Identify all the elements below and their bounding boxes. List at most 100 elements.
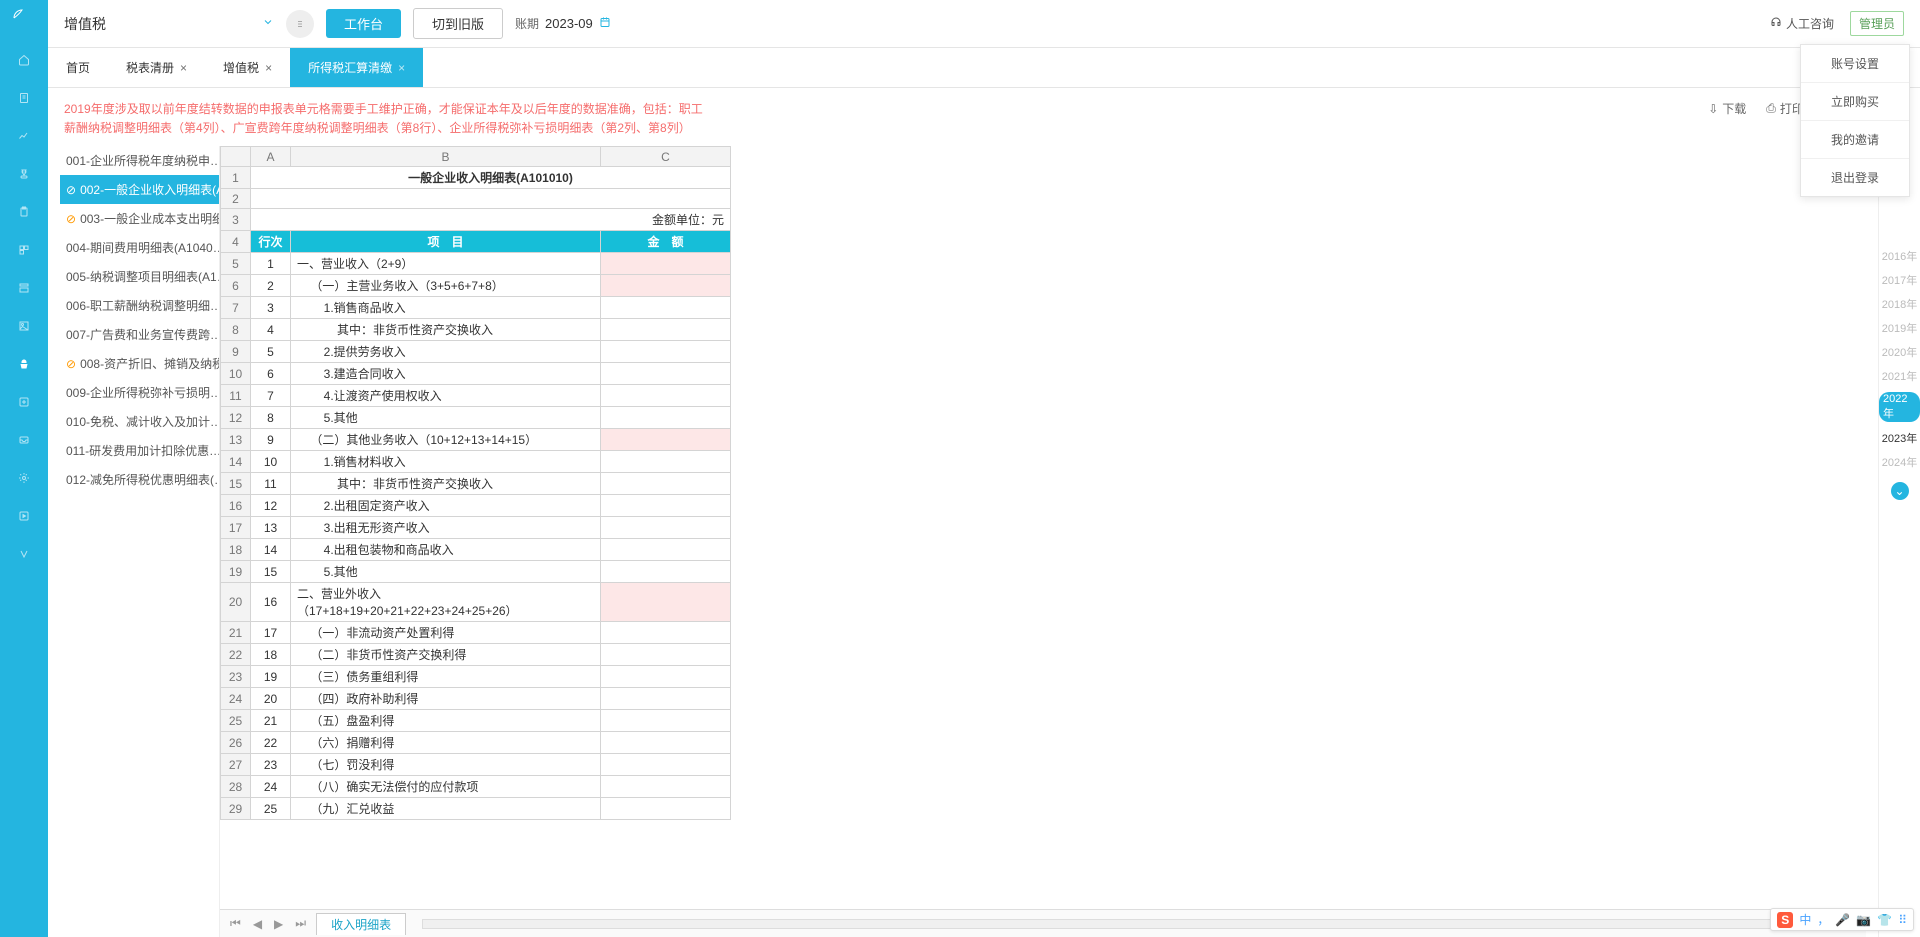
ime-lang[interactable]: 中: [1799, 911, 1811, 928]
nav-item-label: 009-企业所得税弥补亏损明…: [66, 384, 219, 401]
nav-item-label: 008-资产折旧、摊销及纳税…: [80, 355, 219, 372]
home-icon[interactable]: [14, 50, 34, 70]
ime-mic-icon[interactable]: 🎤: [1835, 913, 1850, 927]
print-button[interactable]: ⎙打印: [1766, 100, 1804, 117]
headset-icon: [1770, 16, 1782, 31]
warning-icon: ⊘: [66, 183, 76, 197]
consult-label: 人工咨询: [1786, 15, 1834, 32]
ime-punct[interactable]: ，: [1817, 911, 1829, 928]
switch-old-button[interactable]: 切到旧版: [413, 8, 503, 39]
grid-icon[interactable]: [14, 240, 34, 260]
settings-icon[interactable]: [14, 468, 34, 488]
horizontal-scrollbar[interactable]: [422, 919, 1850, 929]
year-more-button[interactable]: ⌄: [1891, 482, 1909, 500]
form-nav-item[interactable]: 001-企业所得税年度纳税申…: [60, 146, 219, 175]
nav-item-label: 002-一般企业收入明细表(A1…: [80, 181, 219, 198]
form-nav-item[interactable]: ⊘ 002-一般企业收入明细表(A1…: [60, 175, 219, 204]
tab-首页[interactable]: 首页: [48, 48, 108, 87]
year-2023年[interactable]: 2023年: [1882, 430, 1917, 446]
tax-icon[interactable]: [14, 354, 34, 374]
year-2020年[interactable]: 2020年: [1882, 344, 1917, 360]
ime-tool-icon[interactable]: 📷: [1856, 913, 1871, 927]
doc-icon[interactable]: [14, 88, 34, 108]
year-2019年[interactable]: 2019年: [1882, 320, 1917, 336]
print-icon: ⎙: [1766, 101, 1776, 116]
form-nav-item[interactable]: ⊘008-资产折旧、摊销及纳税…: [60, 349, 219, 378]
nav-item-label: 004-期间费用明细表(A1040…: [66, 239, 219, 256]
ime-grid-icon[interactable]: ⠿: [1898, 913, 1907, 927]
nav-item-label: 010-免税、减计收入及加计…: [66, 413, 219, 430]
sheet-nav-first[interactable]: ⏮: [228, 916, 243, 931]
page-tabs: 首页税表清册×增值税×所得税汇算清缴×: [48, 48, 1920, 88]
sheet-nav-last[interactable]: ⏭: [293, 916, 308, 931]
form-nav-item[interactable]: 005-纳税调整项目明细表(A1…: [60, 262, 219, 291]
form-nav-item[interactable]: 006-职工薪酬纳税调整明细…: [60, 291, 219, 320]
chart-icon[interactable]: [14, 126, 34, 146]
money-icon[interactable]: [14, 164, 34, 184]
download-icon: ⇩: [1708, 102, 1718, 116]
image-icon[interactable]: [14, 316, 34, 336]
form-nav-item[interactable]: 007-广告费和业务宣传费跨…: [60, 320, 219, 349]
year-2021年[interactable]: 2021年: [1882, 368, 1917, 384]
tab-label: 首页: [66, 59, 90, 76]
workbench-button[interactable]: 工作台: [326, 9, 401, 38]
chevron-down-icon: [262, 16, 274, 31]
tab-增值税[interactable]: 增值税 ×: [205, 48, 290, 87]
nav-item-label: 011-研发费用加计扣除优惠…: [66, 442, 219, 459]
tab-税表清册[interactable]: 税表清册 ×: [108, 48, 205, 87]
year-2024年[interactable]: 2024年: [1882, 454, 1917, 470]
period-label: 账期: [515, 15, 539, 32]
user-menu-item[interactable]: 退出登录: [1801, 158, 1909, 196]
dropdown-label: 增值税: [64, 14, 106, 34]
warning-icon: ⊘: [66, 212, 76, 226]
user-menu-item[interactable]: 我的邀请: [1801, 120, 1909, 158]
nav-item-label: 006-职工薪酬纳税调整明细…: [66, 297, 219, 314]
download-button[interactable]: ⇩下载: [1708, 100, 1746, 117]
close-icon[interactable]: ×: [180, 61, 187, 75]
form-nav-list: 001-企业所得税年度纳税申… ⊘ 002-一般企业收入明细表(A1… ⊘003-一般…: [60, 146, 220, 937]
top-bar: 增值税 工作台 切到旧版 账期 2023-09 人工咨询 管理员: [48, 0, 1920, 48]
tab-label: 税表清册: [126, 59, 174, 76]
ime-skin-icon[interactable]: 👕: [1877, 913, 1892, 927]
form-nav-item[interactable]: 011-研发费用加计扣除优惠…: [60, 436, 219, 465]
nav-item-label: 012-减免所得税优惠明细表(…: [66, 471, 219, 488]
menu-circle-button[interactable]: [286, 10, 314, 38]
inbox-icon[interactable]: [14, 430, 34, 450]
tab-label: 增值税: [223, 59, 259, 76]
form-nav-item[interactable]: 009-企业所得税弥补亏损明…: [60, 378, 219, 407]
nav-item-label: 001-企业所得税年度纳税申…: [66, 152, 219, 169]
tab-所得税汇算清缴[interactable]: 所得税汇算清缴×: [290, 48, 423, 87]
spreadsheet[interactable]: ABC1一般企业收入明细表(A101010)23金额单位：元4行次项 目金 额5…: [220, 146, 731, 820]
sheet-nav-next[interactable]: ▶: [272, 917, 285, 931]
user-menu-item[interactable]: 账号设置: [1801, 45, 1909, 82]
year-2017年[interactable]: 2017年: [1882, 272, 1917, 288]
year-strip: 2016年 2017年 2018年 2019年 2020年 2021年 2022年 2023年…: [1878, 88, 1920, 937]
form-nav-item[interactable]: 012-减免所得税优惠明细表(…: [60, 465, 219, 494]
user-menu: 账号设置立即购买我的邀请退出登录: [1800, 44, 1910, 197]
play-icon[interactable]: [14, 506, 34, 526]
year-2016年[interactable]: 2016年: [1882, 248, 1917, 264]
clipboard-icon[interactable]: [14, 202, 34, 222]
form-nav-item[interactable]: ⊘003-一般企业成本支出明细…: [60, 204, 219, 233]
v-icon[interactable]: [14, 544, 34, 564]
close-icon[interactable]: ×: [265, 61, 272, 75]
export-icon[interactable]: [14, 392, 34, 412]
tax-type-dropdown[interactable]: 增值税: [64, 14, 274, 34]
period-picker[interactable]: 账期 2023-09: [515, 15, 611, 32]
nav-item-label: 007-广告费和业务宣传费跨…: [66, 326, 219, 343]
year-2018年[interactable]: 2018年: [1882, 296, 1917, 312]
close-icon[interactable]: ×: [398, 61, 405, 75]
admin-button[interactable]: 管理员: [1850, 11, 1904, 36]
ime-bar[interactable]: S 中 ， 🎤 📷 👕 ⠿: [1770, 908, 1914, 931]
template-icon[interactable]: [14, 278, 34, 298]
form-nav-item[interactable]: 004-期间费用明细表(A1040…: [60, 233, 219, 262]
sogou-logo-icon: S: [1777, 912, 1793, 928]
user-menu-item[interactable]: 立即购买: [1801, 82, 1909, 120]
consult-link[interactable]: 人工咨询: [1770, 15, 1834, 32]
sheet-footer: ⏮ ◀ ▶ ⏭ 收入明细表: [220, 909, 1866, 937]
form-nav-item[interactable]: 010-免税、减计收入及加计…: [60, 407, 219, 436]
year-2022年[interactable]: 2022年: [1879, 392, 1920, 422]
sheet-tab[interactable]: 收入明细表: [316, 913, 406, 935]
nav-item-label: 005-纳税调整项目明细表(A1…: [66, 268, 219, 285]
sheet-nav-prev[interactable]: ◀: [251, 917, 264, 931]
